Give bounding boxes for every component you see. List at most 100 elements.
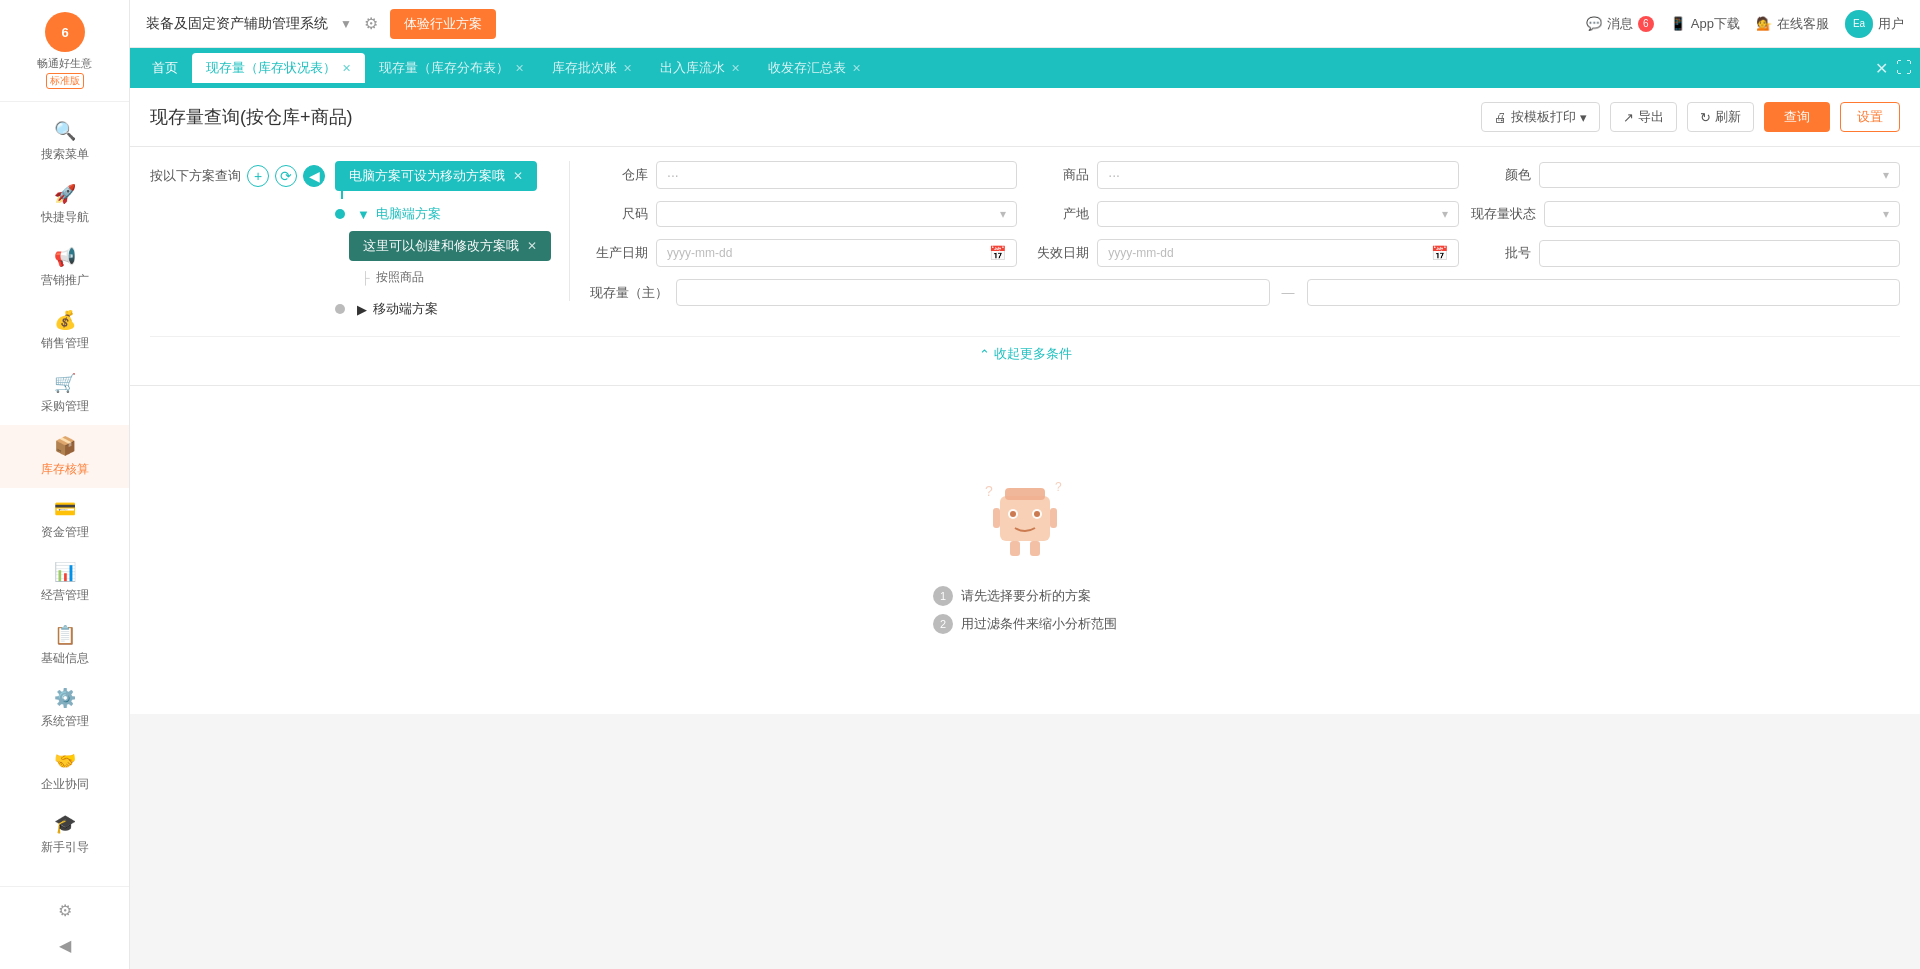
reset-button[interactable]: 设置 xyxy=(1840,102,1900,132)
system-arrow-icon: ▼ xyxy=(340,17,352,31)
tab-inventory-dist[interactable]: 现存量（库存分布表） ✕ xyxy=(365,53,538,83)
user-action[interactable]: Ea 用户 xyxy=(1845,10,1904,38)
message-action[interactable]: 💬 消息 6 xyxy=(1586,15,1654,33)
tab-close-icon[interactable]: ✕ xyxy=(852,62,861,75)
origin-select[interactable]: ▾ xyxy=(1097,201,1458,227)
stock-main-from-input[interactable] xyxy=(676,279,1270,306)
stock-main-label: 现存量（主） xyxy=(588,284,668,302)
refresh-button[interactable]: ↻ 刷新 xyxy=(1687,102,1754,132)
schema-mobile[interactable]: ▶ 移动端方案 xyxy=(349,296,446,322)
batch-input[interactable] xyxy=(1539,240,1900,267)
sidebar-item-enterprise[interactable]: 🤝 企业协同 xyxy=(0,740,129,803)
sidebar-item-sales[interactable]: 💰 销售管理 xyxy=(0,299,129,362)
sidebar-item-label: 资金管理 xyxy=(41,524,89,541)
chevron-down-icon: ▾ xyxy=(1883,207,1889,221)
expire-date-start-input[interactable]: yyyy-mm-dd 📅 xyxy=(1097,239,1458,267)
svg-rect-3 xyxy=(1005,488,1045,500)
stock-status-select[interactable]: ▾ xyxy=(1544,201,1900,227)
collapse-row[interactable]: ⌃ 收起更多条件 xyxy=(150,336,1900,371)
batch-label: 批号 xyxy=(1471,244,1531,262)
tab-inventory-status[interactable]: 现存量（库存状况表） ✕ xyxy=(192,53,365,83)
step-num-1: 1 xyxy=(933,586,953,606)
color-select[interactable]: ▾ xyxy=(1539,162,1900,188)
goods-input[interactable]: ··· xyxy=(1097,161,1458,189)
sidebar-item-search[interactable]: 🔍 搜索菜单 xyxy=(0,110,129,173)
schema-pc[interactable]: ▼ 电脑端方案 xyxy=(349,201,449,227)
user-avatar: Ea xyxy=(1845,10,1873,38)
tab-close-icon[interactable]: ✕ xyxy=(731,62,740,75)
step-num-2: 2 xyxy=(933,614,953,634)
collapse-sidebar-icon[interactable]: ◀ xyxy=(55,932,75,959)
maximize-icon[interactable]: ⛶ xyxy=(1896,59,1912,77)
sidebar-item-finance[interactable]: 💳 资金管理 xyxy=(0,488,129,551)
sidebar-item-newbie[interactable]: 🎓 新手引导 xyxy=(0,803,129,866)
logo-badge: 标准版 xyxy=(46,73,84,89)
add-schema-button[interactable]: + xyxy=(247,165,269,187)
export-icon: ↗ xyxy=(1623,110,1634,125)
tooltip-pc-schema: 电脑方案可设为移动方案哦 ✕ xyxy=(335,161,537,191)
svg-point-7 xyxy=(1034,511,1040,517)
prod-date-label: 生产日期 xyxy=(588,244,648,262)
export-button[interactable]: ↗ 导出 xyxy=(1610,102,1677,132)
content-area: 现存量查询(按仓库+商品) 🖨 按模板打印 ▾ ↗ 导出 ↻ 刷新 查询 设置 xyxy=(130,88,1920,969)
settings-bottom-icon[interactable]: ⚙ xyxy=(54,897,76,924)
app-download-label: App下载 xyxy=(1691,15,1740,33)
marketing-icon: 📢 xyxy=(54,246,76,268)
gear-icon[interactable]: ⚙ xyxy=(364,14,378,33)
tooltip-create-schema: 这里可以创建和修改方案哦 ✕ xyxy=(349,231,551,261)
stock-main-to-input[interactable] xyxy=(1307,279,1901,306)
filter-row-3: 生产日期 yyyy-mm-dd 📅 失效日期 yyyy-mm-dd 📅 xyxy=(588,239,1900,267)
print-button[interactable]: 🖨 按模板打印 ▾ xyxy=(1481,102,1600,132)
tooltip-close-icon2[interactable]: ✕ xyxy=(527,239,537,253)
stock-status-label: 现存量状态 xyxy=(1471,205,1536,223)
tab-close-icon[interactable]: ✕ xyxy=(623,62,632,75)
sidebar-item-basic[interactable]: 📋 基础信息 xyxy=(0,614,129,677)
warehouse-input[interactable]: ··· xyxy=(656,161,1017,189)
app-download-action[interactable]: 📱 App下载 xyxy=(1670,15,1740,33)
sidebar-menu: 🔍 搜索菜单 🚀 快捷导航 📢 营销推广 💰 销售管理 🛒 采购管理 📦 库存核… xyxy=(0,102,129,886)
tooltip-close-icon[interactable]: ✕ xyxy=(513,169,523,183)
tab-batch-ledger[interactable]: 库存批次账 ✕ xyxy=(538,53,646,83)
finance-icon: 💳 xyxy=(54,498,76,520)
expire-date-label: 失效日期 xyxy=(1029,244,1089,262)
filter-area: 按以下方案查询 + ⟳ ◀ 电脑方案可设为移动方案哦 ✕ xyxy=(130,147,1920,386)
sidebar-item-label: 经营管理 xyxy=(41,587,89,604)
sidebar-item-system[interactable]: ⚙️ 系统管理 xyxy=(0,677,129,740)
search-button[interactable]: 查询 xyxy=(1764,102,1830,132)
trial-button[interactable]: 体验行业方案 xyxy=(390,9,496,39)
topnav-left: 装备及固定资产辅助管理系统 ▼ ⚙ 体验行业方案 xyxy=(146,9,496,39)
content-body: ? ? 1 请先选择要分析的方案 2 用过滤条件来缩小分析范围 xyxy=(130,386,1920,714)
user-label: 用户 xyxy=(1878,15,1904,33)
tab-close-icon[interactable]: ✕ xyxy=(342,62,351,75)
logo-icon: 6 xyxy=(45,12,85,52)
filter-row-4: 现存量（主） — xyxy=(588,279,1900,306)
refresh-schema-button[interactable]: ⟳ xyxy=(275,165,297,187)
basic-icon: 📋 xyxy=(54,624,76,646)
sidebar-item-purchase[interactable]: 🛒 采购管理 xyxy=(0,362,129,425)
tab-label: 现存量（库存状况表） xyxy=(206,59,336,77)
print-icon: 🖨 xyxy=(1494,110,1507,125)
sidebar-item-label: 营销推广 xyxy=(41,272,89,289)
sidebar-item-quick[interactable]: 🚀 快捷导航 xyxy=(0,173,129,236)
online-service-action[interactable]: 💁 在线客服 xyxy=(1756,15,1829,33)
chevron-down-icon: ▾ xyxy=(1580,110,1587,125)
sidebar-item-operation[interactable]: 📊 经营管理 xyxy=(0,551,129,614)
sidebar-item-marketing[interactable]: 📢 营销推广 xyxy=(0,236,129,299)
prod-date-start-input[interactable]: yyyy-mm-dd 📅 xyxy=(656,239,1017,267)
sidebar-bottom: ⚙ ◀ xyxy=(0,886,129,969)
arrow-schema-button[interactable]: ◀ xyxy=(303,165,325,187)
sidebar-item-inventory[interactable]: 📦 库存核算 xyxy=(0,425,129,488)
warehouse-field: 仓库 ··· xyxy=(588,161,1017,189)
tab-home[interactable]: 首页 xyxy=(138,53,192,83)
tab-close-icon[interactable]: ✕ xyxy=(515,62,524,75)
page-actions: 🖨 按模板打印 ▾ ↗ 导出 ↻ 刷新 查询 设置 xyxy=(1481,102,1900,146)
svg-text:?: ? xyxy=(985,483,993,499)
schema-pc-item[interactable]: ├ 按照商品 xyxy=(353,265,551,290)
close-all-icon[interactable]: ✕ xyxy=(1875,59,1888,78)
size-select[interactable]: ▾ xyxy=(656,201,1017,227)
tab-receive-summary[interactable]: 收发存汇总表 ✕ xyxy=(754,53,875,83)
origin-label: 产地 xyxy=(1029,205,1089,223)
tab-inout-flow[interactable]: 出入库流水 ✕ xyxy=(646,53,754,83)
stock-status-field: 现存量状态 ▾ xyxy=(1471,201,1900,227)
enterprise-icon: 🤝 xyxy=(54,750,76,772)
